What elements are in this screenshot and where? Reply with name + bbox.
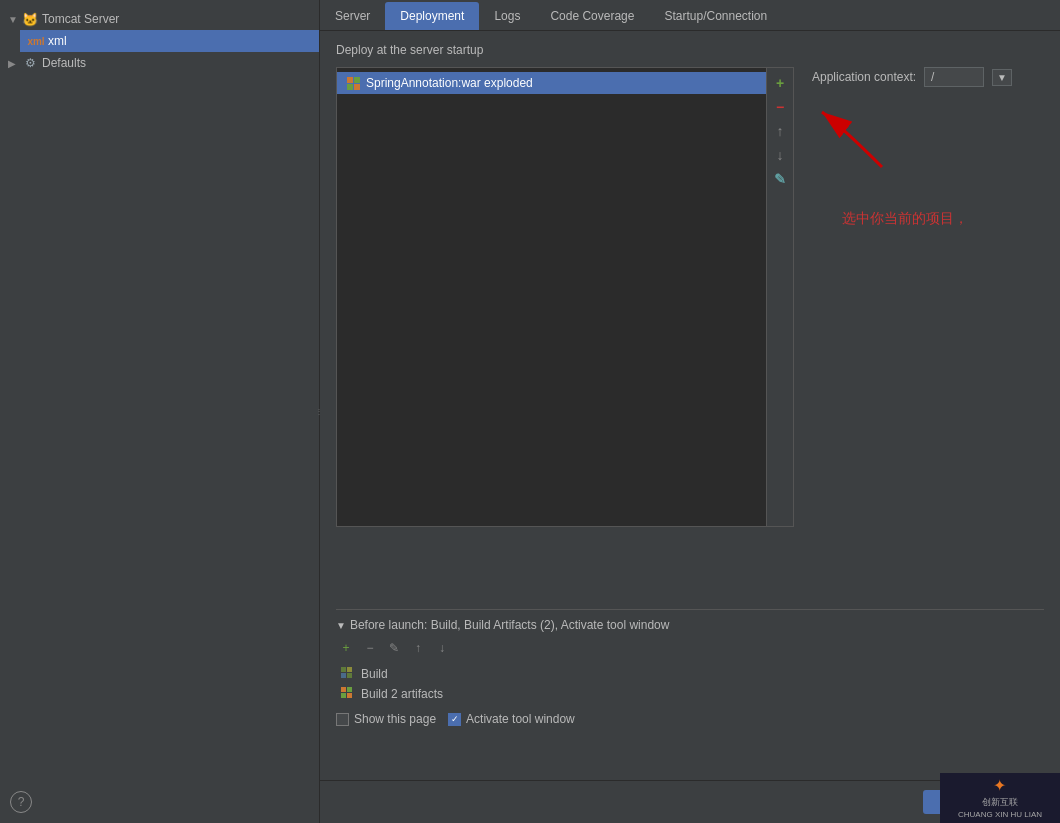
- grid-icon: [347, 77, 360, 90]
- before-launch-section: ▼ Before launch: Build, Build Artifacts …: [336, 609, 1044, 726]
- show-page-checkbox-wrapper[interactable]: Show this page: [336, 712, 436, 726]
- main-panel: Server Deployment Logs Code Coverage Sta…: [320, 0, 1060, 823]
- bl-add-button[interactable]: +: [336, 638, 356, 658]
- artifact-item-spring[interactable]: SpringAnnotation:war exploded: [337, 72, 766, 94]
- sidebar-label-tomcat: Tomcat Server: [42, 12, 119, 26]
- build-item-artifacts: Build 2 artifacts: [340, 684, 1044, 704]
- edit-artifact-button[interactable]: ✎: [769, 168, 791, 190]
- before-launch-toolbar: + − ✎ ↑ ↓: [336, 638, 1044, 658]
- tab-logs[interactable]: Logs: [479, 2, 535, 30]
- move-up-button[interactable]: ↑: [769, 120, 791, 142]
- xml-icon: xml: [28, 33, 44, 49]
- app-context-dropdown[interactable]: ▼: [992, 69, 1012, 86]
- tab-bar: Server Deployment Logs Code Coverage Sta…: [320, 0, 1060, 31]
- deploy-area: SpringAnnotation:war exploded + − ↑ ↓ ✎: [336, 67, 1044, 597]
- add-artifact-button[interactable]: +: [769, 72, 791, 94]
- watermark: ✦ 创新互联CHUANG XIN HU LIAN: [940, 773, 1060, 823]
- expand-arrow-tomcat: ▼: [8, 14, 20, 25]
- watermark-text: 创新互联CHUANG XIN HU LIAN: [958, 797, 1042, 820]
- gear-icon: ⚙: [22, 55, 38, 71]
- build-icon: [340, 666, 356, 682]
- expand-arrow-defaults: ▶: [8, 58, 20, 69]
- footer-checkboxes: Show this page ✓ Activate tool window: [336, 712, 1044, 726]
- bl-down-button[interactable]: ↓: [432, 638, 452, 658]
- artifact-actions: + − ↑ ↓ ✎: [766, 68, 793, 526]
- help-button[interactable]: ?: [10, 791, 32, 813]
- build-list: Build Build 2 artifacts: [336, 664, 1044, 704]
- bl-remove-button[interactable]: −: [360, 638, 380, 658]
- build-artifacts-icon: [340, 686, 356, 702]
- activate-tool-checkbox[interactable]: ✓: [448, 713, 461, 726]
- tab-deployment[interactable]: Deployment: [385, 2, 479, 30]
- tab-server[interactable]: Server: [320, 2, 385, 30]
- artifact-list: SpringAnnotation:war exploded: [337, 68, 766, 526]
- sidebar: ▼ 🐱 Tomcat Server xml xml ▶ ⚙ Defaults ⋮: [0, 0, 320, 823]
- arrow-annotation: [812, 97, 1044, 180]
- before-launch-arrow: ▼: [336, 620, 346, 631]
- annotation-text: 选中你当前的项目，: [842, 210, 1044, 228]
- bl-up-button[interactable]: ↑: [408, 638, 428, 658]
- tomcat-icon: 🐱: [22, 11, 38, 27]
- before-launch-label: Before launch: Build, Build Artifacts (2…: [350, 618, 670, 632]
- sidebar-item-defaults[interactable]: ▶ ⚙ Defaults: [0, 52, 319, 74]
- artifact-icon: [345, 75, 361, 91]
- red-arrow-svg: [812, 97, 912, 177]
- build-label: Build: [361, 667, 388, 681]
- artifact-panel: SpringAnnotation:war exploded + − ↑ ↓ ✎: [336, 67, 794, 527]
- remove-artifact-button[interactable]: −: [769, 96, 791, 118]
- show-page-label: Show this page: [354, 712, 436, 726]
- right-panel: Application context: ▼: [804, 67, 1044, 597]
- activate-tool-label: Activate tool window: [466, 712, 575, 726]
- sidebar-resize-handle[interactable]: ⋮: [316, 0, 322, 823]
- activate-tool-checkbox-wrapper[interactable]: ✓ Activate tool window: [448, 712, 575, 726]
- app-context-row: Application context: ▼: [812, 67, 1044, 87]
- build-grid-icon: [341, 667, 355, 681]
- before-launch-header[interactable]: ▼ Before launch: Build, Build Artifacts …: [336, 618, 1044, 632]
- app-context-input[interactable]: [924, 67, 984, 87]
- build-artifacts-label: Build 2 artifacts: [361, 687, 443, 701]
- deployment-content: Deploy at the server startup: [320, 31, 1060, 780]
- tab-code-coverage[interactable]: Code Coverage: [535, 2, 649, 30]
- help-area: ?: [10, 791, 32, 813]
- sidebar-label-xml: xml: [48, 34, 67, 48]
- bl-edit-button[interactable]: ✎: [384, 638, 404, 658]
- move-down-button[interactable]: ↓: [769, 144, 791, 166]
- app-context-label: Application context:: [812, 70, 916, 84]
- build-item-build: Build: [340, 664, 1044, 684]
- deploy-section-label: Deploy at the server startup: [336, 43, 1044, 57]
- artifacts-grid-icon: [341, 687, 355, 701]
- sidebar-item-tomcat[interactable]: ▼ 🐱 Tomcat Server: [0, 8, 319, 30]
- sidebar-item-xml[interactable]: xml xml: [20, 30, 319, 52]
- show-page-checkbox[interactable]: [336, 713, 349, 726]
- artifact-name: SpringAnnotation:war exploded: [366, 76, 533, 90]
- sidebar-label-defaults: Defaults: [42, 56, 86, 70]
- tab-startup-connection[interactable]: Startup/Connection: [649, 2, 782, 30]
